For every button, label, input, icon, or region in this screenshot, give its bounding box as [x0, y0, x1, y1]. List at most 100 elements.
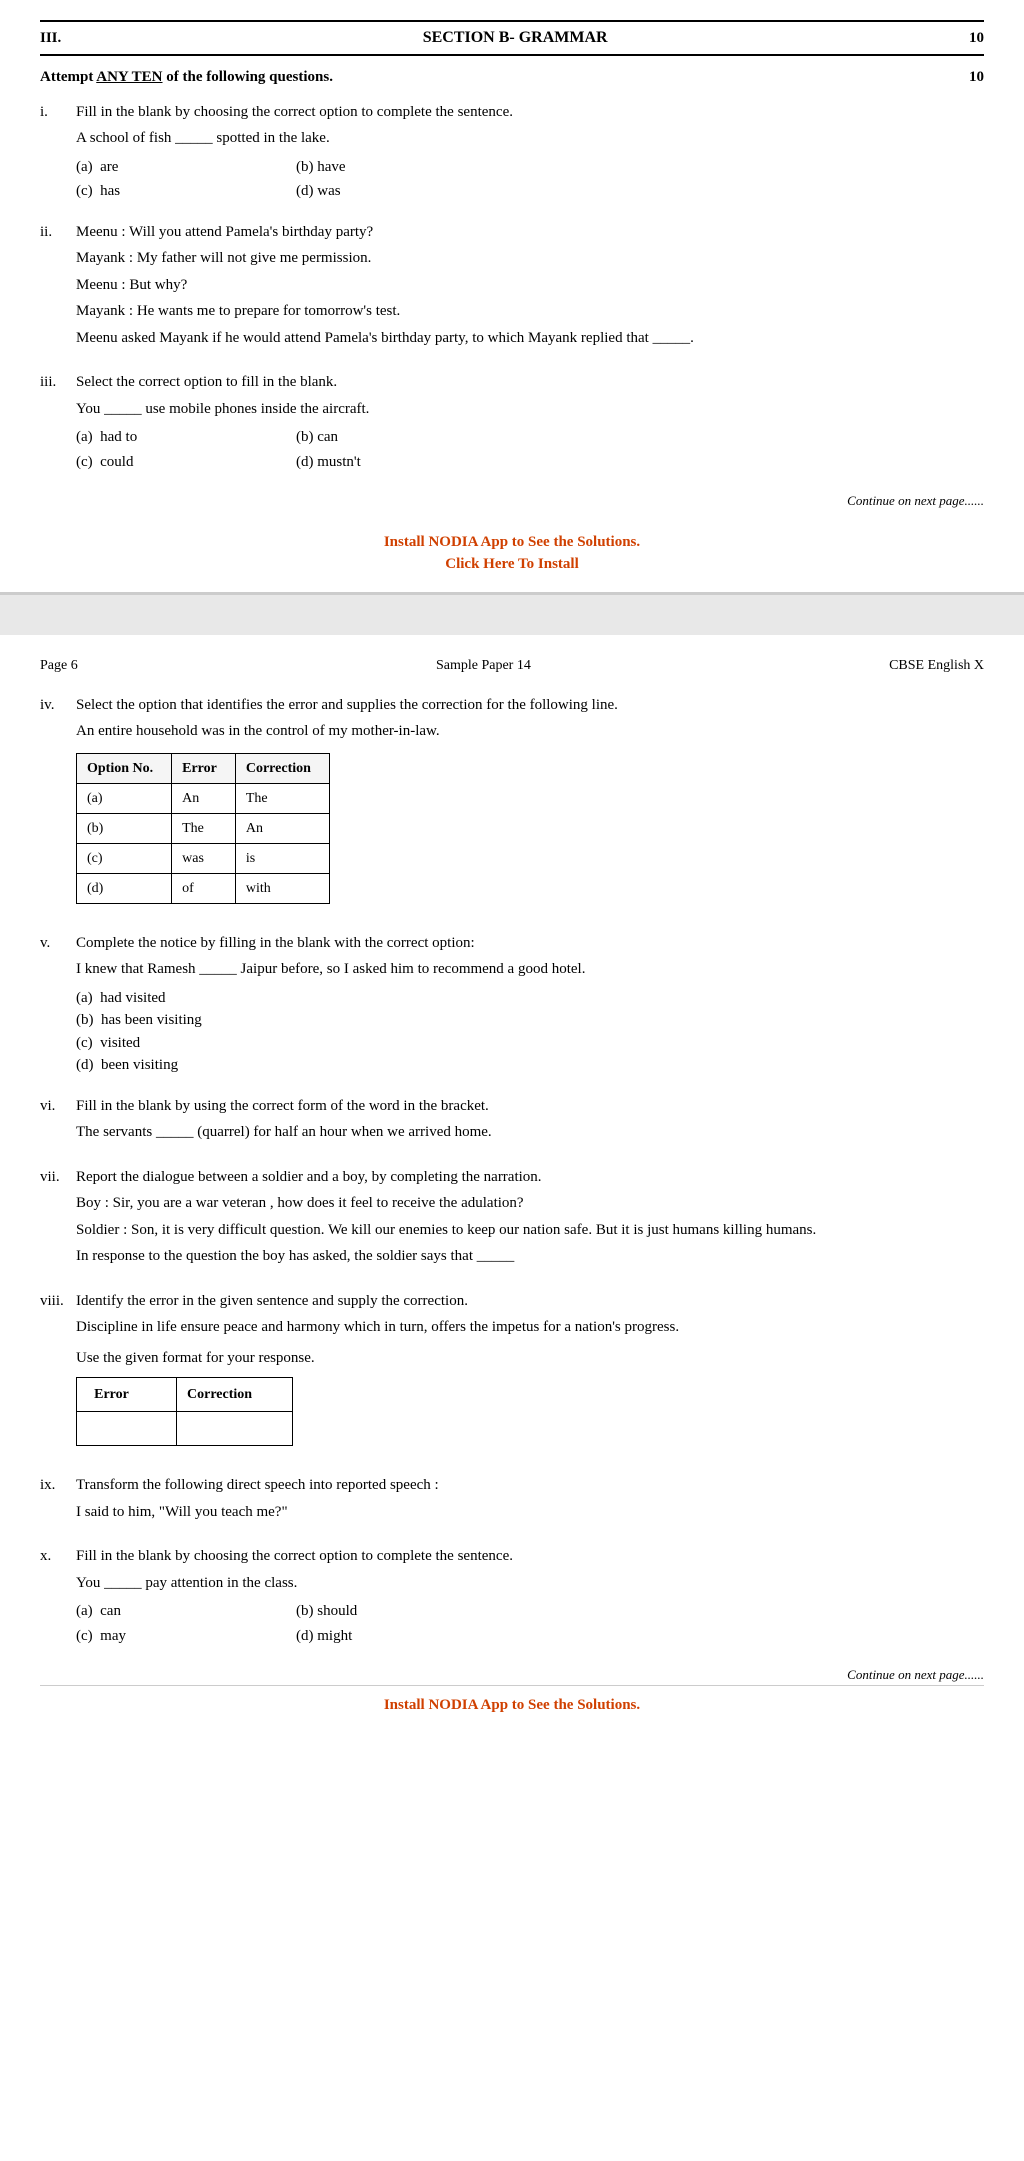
q-vii-line-3: In response to the question the boy has …	[76, 1245, 984, 1268]
question-vii-instruction: Report the dialogue between a soldier an…	[76, 1166, 984, 1189]
table-cell-b-error: The	[172, 813, 236, 843]
attempt-marks: 10	[969, 66, 984, 89]
attempt-instruction-row: Attempt ANY TEN of the following questio…	[40, 66, 984, 89]
table-cell-c-correction: is	[235, 843, 329, 873]
page-separator	[0, 595, 1024, 635]
question-viii-text: Identify the error in the given sentence…	[76, 1290, 984, 1457]
question-iii-text: Select the correct option to fill in the…	[76, 371, 984, 473]
question-ii-row: ii. Meenu : Will you attend Pamela's bir…	[40, 221, 984, 354]
table-row-c: (c) was is	[77, 843, 330, 873]
page-1: III. SECTION B- GRAMMAR 10 Attempt ANY T…	[0, 0, 1024, 595]
question-x-options: (a) can (b) should (c) may (d) might	[76, 1600, 984, 1647]
question-vi-text: Fill in the blank by using the correct f…	[76, 1095, 984, 1148]
table-cell-a-num: (a)	[77, 783, 172, 813]
table-header-correction: Correction	[235, 753, 329, 783]
question-viii-block: viii. Identify the error in the given se…	[40, 1290, 984, 1457]
install-text-p1[interactable]: Install NODIA App to See the Solutions.	[384, 534, 640, 550]
question-iii-instruction: Select the correct option to fill in the…	[76, 371, 984, 394]
question-iii-row: iii. Select the correct option to fill i…	[40, 371, 984, 473]
question-viii-instruction: Identify the error in the given sentence…	[76, 1290, 984, 1313]
table-cell-b-correction: An	[235, 813, 329, 843]
option-iii-d: (d) mustn't	[296, 451, 496, 474]
option-i-c: (c) has	[76, 180, 276, 203]
click-here-p1[interactable]: Click Here To Install	[40, 553, 984, 576]
option-v-d: (d) been visiting	[76, 1054, 984, 1077]
question-i-text: Fill in the blank by choosing the correc…	[76, 101, 984, 203]
install-banner-p1[interactable]: Install NODIA App to See the Solutions. …	[40, 521, 984, 582]
page-2: Page 6 Sample Paper 14 CBSE English X iv…	[0, 635, 1024, 1731]
q-vii-line-2: Soldier : Son, it is very difficult ques…	[76, 1219, 984, 1242]
question-vi-row: vi. Fill in the blank by using the corre…	[40, 1095, 984, 1148]
blank-table-row	[77, 1412, 293, 1446]
question-viii-sentence: Discipline in life ensure peace and harm…	[76, 1316, 984, 1339]
any-ten-underline: ANY TEN	[96, 69, 162, 85]
install-banner-p2[interactable]: Install NODIA App to See the Solutions.	[40, 1685, 984, 1721]
question-ix-row: ix. Transform the following direct speec…	[40, 1474, 984, 1527]
q-ii-line-5: Meenu asked Mayank if he would attend Pa…	[76, 327, 984, 350]
question-iii-sentence: You _____ use mobile phones inside the a…	[76, 398, 984, 421]
q-ii-line-1: Meenu : Will you attend Pamela's birthda…	[76, 221, 984, 244]
question-ii-text: Meenu : Will you attend Pamela's birthda…	[76, 221, 984, 354]
table-row-d: (d) of with	[77, 873, 330, 903]
continue-text-p1: Continue on next page......	[40, 491, 984, 511]
question-ix-sentence: I said to him, "Will you teach me?"	[76, 1501, 984, 1524]
blank-table-header-correction: Correction	[177, 1378, 293, 1412]
table-cell-c-error: was	[172, 843, 236, 873]
section-header: III. SECTION B- GRAMMAR 10	[40, 20, 984, 56]
section-marks: 10	[969, 27, 984, 50]
attempt-instruction-text: Attempt ANY TEN of the following questio…	[40, 66, 333, 89]
error-correction-table: Option No. Error Correction (a) An The (…	[76, 753, 330, 904]
question-iv-sentence: An entire household was in the control o…	[76, 720, 984, 743]
page-number: Page 6	[40, 655, 78, 676]
question-ii-block: ii. Meenu : Will you attend Pamela's bir…	[40, 221, 984, 354]
question-i-options: (a) are (b) have (c) has (d) was	[76, 156, 984, 203]
question-i-block: i. Fill in the blank by choosing the cor…	[40, 101, 984, 203]
q-ii-line-2: Mayank : My father will not give me perm…	[76, 247, 984, 270]
question-ix-text: Transform the following direct speech in…	[76, 1474, 984, 1527]
question-i-num: i.	[40, 101, 68, 203]
question-iv-block: iv. Select the option that identifies th…	[40, 694, 984, 914]
question-ii-num: ii.	[40, 221, 68, 354]
table-cell-b-num: (b)	[77, 813, 172, 843]
section-title: SECTION B- GRAMMAR	[61, 26, 969, 50]
install-text-p2[interactable]: Install NODIA App to See the Solutions.	[384, 1697, 640, 1713]
question-x-block: x. Fill in the blank by choosing the cor…	[40, 1545, 984, 1647]
question-vii-text: Report the dialogue between a soldier an…	[76, 1166, 984, 1272]
blank-table-cell-error	[77, 1412, 177, 1446]
question-vi-num: vi.	[40, 1095, 68, 1148]
question-v-block: v. Complete the notice by filling in the…	[40, 932, 984, 1077]
page-footer-header: Page 6 Sample Paper 14 CBSE English X	[40, 655, 984, 676]
q-ii-line-4: Mayank : He wants me to prepare for tomo…	[76, 300, 984, 323]
option-v-b: (b) has been visiting	[76, 1009, 984, 1032]
cbse-label: CBSE English X	[889, 655, 984, 676]
sample-paper-label: Sample Paper 14	[436, 655, 531, 676]
question-vii-num: vii.	[40, 1166, 68, 1272]
table-header-option-no: Option No.	[77, 753, 172, 783]
question-ix-instruction: Transform the following direct speech in…	[76, 1474, 984, 1497]
document: III. SECTION B- GRAMMAR 10 Attempt ANY T…	[0, 0, 1024, 1730]
question-iii-block: iii. Select the correct option to fill i…	[40, 371, 984, 473]
option-i-d: (d) was	[296, 180, 496, 203]
question-iv-row: iv. Select the option that identifies th…	[40, 694, 984, 914]
question-v-instruction: Complete the notice by filling in the bl…	[76, 932, 984, 955]
option-iii-c: (c) could	[76, 451, 276, 474]
question-x-num: x.	[40, 1545, 68, 1647]
option-v-c: (c) visited	[76, 1032, 984, 1055]
option-x-a: (a) can	[76, 1600, 276, 1623]
question-i-sentence: A school of fish _____ spotted in the la…	[76, 127, 984, 150]
question-v-text: Complete the notice by filling in the bl…	[76, 932, 984, 1077]
question-x-instruction: Fill in the blank by choosing the correc…	[76, 1545, 984, 1568]
option-iii-a: (a) had to	[76, 426, 276, 449]
option-i-b: (b) have	[296, 156, 496, 179]
table-row-a: (a) An The	[77, 783, 330, 813]
question-iii-num: iii.	[40, 371, 68, 473]
question-iii-options: (a) had to (b) can (c) could (d) mustn't	[76, 426, 984, 473]
table-cell-a-error: An	[172, 783, 236, 813]
question-x-text: Fill in the blank by choosing the correc…	[76, 1545, 984, 1647]
table-cell-d-num: (d)	[77, 873, 172, 903]
question-viii-row: viii. Identify the error in the given se…	[40, 1290, 984, 1457]
q-vii-line-1: Boy : Sir, you are a war veteran , how d…	[76, 1192, 984, 1215]
question-x-sentence: You _____ pay attention in the class.	[76, 1572, 984, 1595]
question-iv-instruction: Select the option that identifies the er…	[76, 694, 984, 717]
blank-table-header-error: Error	[77, 1378, 177, 1412]
